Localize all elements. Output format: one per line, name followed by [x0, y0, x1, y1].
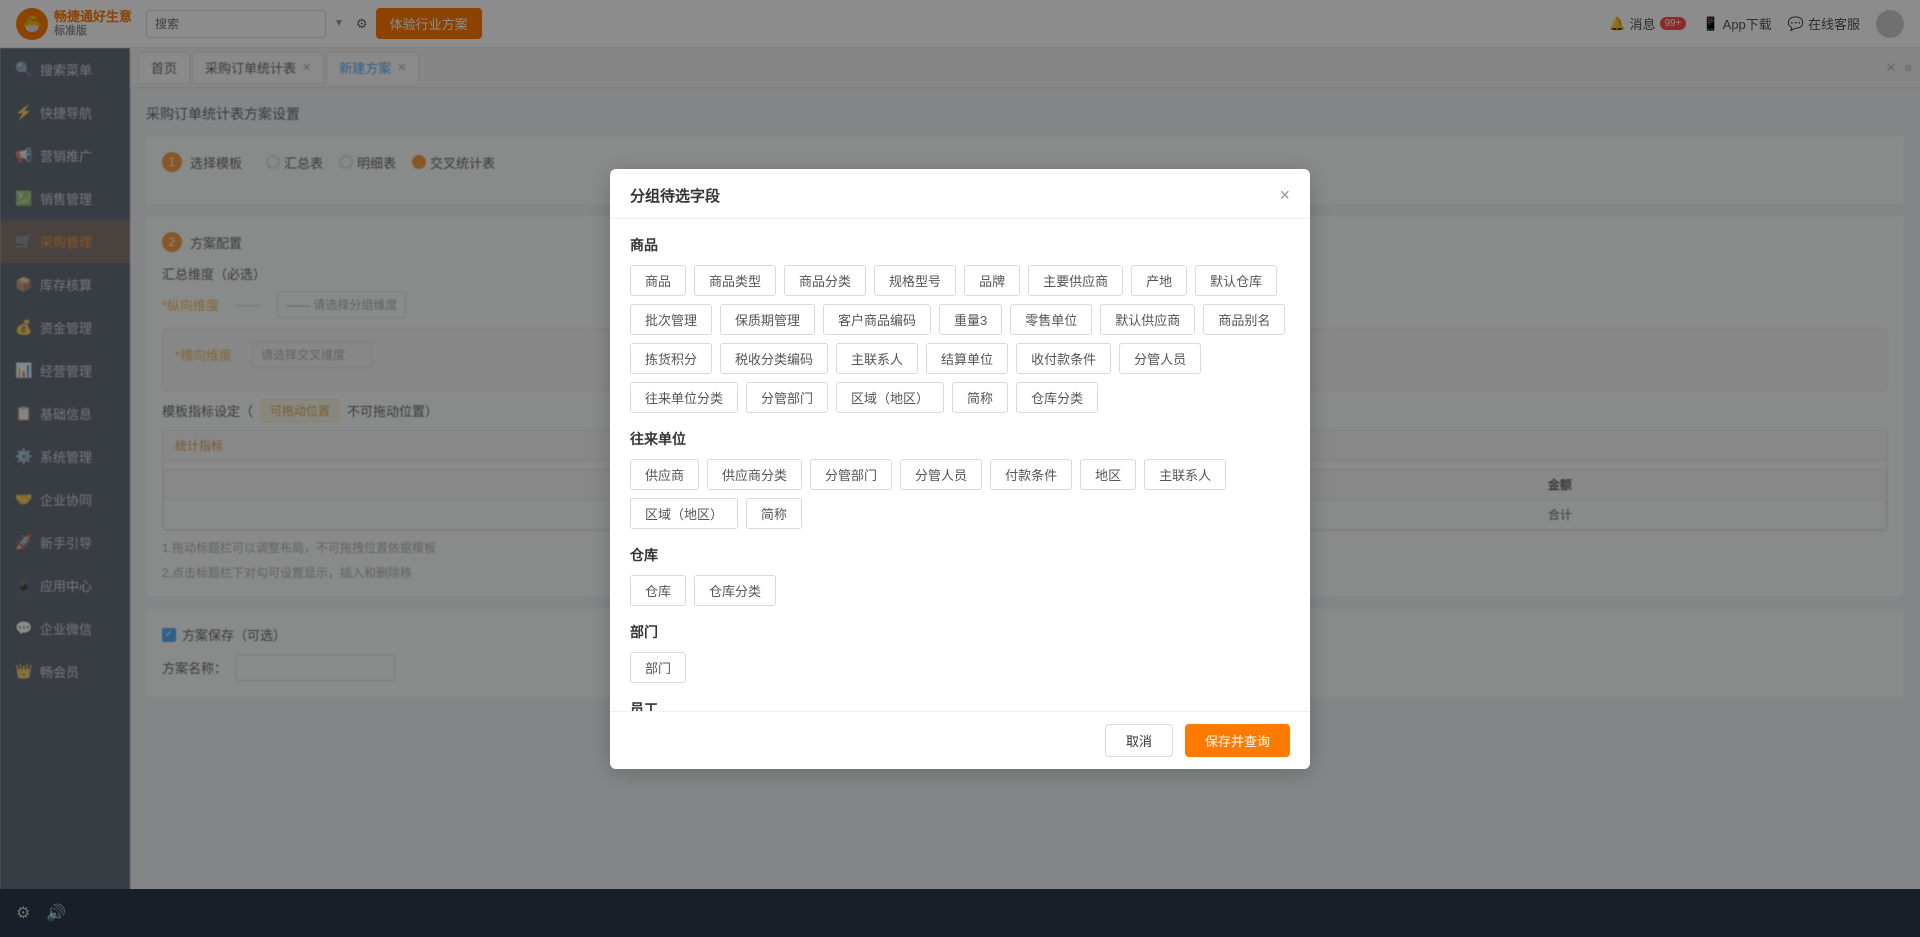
field-group-dept: 部门 部门	[630, 622, 1290, 683]
group-product-title: 商品	[630, 235, 1290, 255]
group-dept-title: 部门	[630, 622, 1290, 642]
tag-partner-contact[interactable]: 主联系人	[1144, 459, 1226, 490]
tag-tax-code[interactable]: 税收分类编码	[720, 343, 828, 374]
tag-product-category[interactable]: 商品分类	[784, 265, 866, 296]
group-staff-title: 员工	[630, 699, 1290, 711]
field-group-partner: 往来单位 供应商 供应商分类 分管部门 分管人员 付款条件 地区 主联系人 区域…	[630, 429, 1290, 529]
tag-main-supplier[interactable]: 主要供应商	[1028, 265, 1123, 296]
group-warehouse-title: 仓库	[630, 545, 1290, 565]
tag-warehouse-cat[interactable]: 仓库分类	[1016, 382, 1098, 413]
partner-tags: 供应商 供应商分类 分管部门 分管人员 付款条件 地区 主联系人 区域（地区） …	[630, 459, 1290, 529]
tag-partner-dept[interactable]: 分管部门	[810, 459, 892, 490]
tag-payment-terms[interactable]: 收付款条件	[1016, 343, 1111, 374]
modal-body: 商品 商品 商品类型 商品分类 规格型号 品牌 主要供应商 产地 默认仓库 批次…	[610, 219, 1310, 711]
field-group-product: 商品 商品 商品类型 商品分类 规格型号 品牌 主要供应商 产地 默认仓库 批次…	[630, 235, 1290, 413]
modal-dialog: 分组待选字段 × 商品 商品 商品类型 商品分类 规格型号 品牌 主要供应商 产…	[610, 169, 1310, 769]
tag-retail-unit[interactable]: 零售单位	[1010, 304, 1092, 335]
cancel-button[interactable]: 取消	[1105, 724, 1173, 757]
tag-supplier[interactable]: 供应商	[630, 459, 699, 490]
tag-payment-cond[interactable]: 付款条件	[990, 459, 1072, 490]
group-partner-title: 往来单位	[630, 429, 1290, 449]
tag-region[interactable]: 区域（地区）	[836, 382, 944, 413]
tag-product-alias[interactable]: 商品别名	[1203, 304, 1285, 335]
tag-customer-code[interactable]: 客户商品编码	[823, 304, 931, 335]
tag-default-supplier[interactable]: 默认供应商	[1100, 304, 1195, 335]
tag-batch-mgmt[interactable]: 批次管理	[630, 304, 712, 335]
confirm-button[interactable]: 保存并查询	[1185, 724, 1290, 757]
modal-close-button[interactable]: ×	[1279, 185, 1290, 206]
dept-tags: 部门	[630, 652, 1290, 683]
tag-spec-model[interactable]: 规格型号	[874, 265, 956, 296]
tag-dept[interactable]: 分管部门	[746, 382, 828, 413]
tag-main-contact[interactable]: 主联系人	[836, 343, 918, 374]
tag-partner-abbr[interactable]: 简称	[746, 498, 802, 529]
tag-wh[interactable]: 仓库	[630, 575, 686, 606]
tag-settlement-unit[interactable]: 结算单位	[926, 343, 1008, 374]
tag-quality-mgmt[interactable]: 保质期管理	[720, 304, 815, 335]
tag-default-warehouse[interactable]: 默认仓库	[1195, 265, 1277, 296]
tag-supervisor[interactable]: 分管人员	[1119, 343, 1201, 374]
tag-area[interactable]: 地区	[1080, 459, 1136, 490]
tag-pick-points[interactable]: 拣货积分	[630, 343, 712, 374]
tag-product[interactable]: 商品	[630, 265, 686, 296]
modal-title: 分组待选字段	[630, 185, 720, 206]
tag-partner-region[interactable]: 区域（地区）	[630, 498, 738, 529]
modal-header: 分组待选字段 ×	[610, 169, 1310, 219]
tag-abbr[interactable]: 简称	[952, 382, 1008, 413]
tag-product-type[interactable]: 商品类型	[694, 265, 776, 296]
product-tags: 商品 商品类型 商品分类 规格型号 品牌 主要供应商 产地 默认仓库 批次管理 …	[630, 265, 1290, 413]
tag-brand[interactable]: 品牌	[964, 265, 1020, 296]
field-group-staff: 员工 业务员	[630, 699, 1290, 711]
field-group-warehouse: 仓库 仓库 仓库分类	[630, 545, 1290, 606]
tag-partner-category[interactable]: 往来单位分类	[630, 382, 738, 413]
warehouse-tags: 仓库 仓库分类	[630, 575, 1290, 606]
tag-weight[interactable]: 重量3	[939, 304, 1002, 335]
modal-overlay: 分组待选字段 × 商品 商品 商品类型 商品分类 规格型号 品牌 主要供应商 产…	[0, 0, 1920, 937]
tag-wh-cat[interactable]: 仓库分类	[694, 575, 776, 606]
modal-footer: 取消 保存并查询	[610, 711, 1310, 769]
tag-origin[interactable]: 产地	[1131, 265, 1187, 296]
tag-department[interactable]: 部门	[630, 652, 686, 683]
tag-supplier-cat[interactable]: 供应商分类	[707, 459, 802, 490]
tag-partner-person[interactable]: 分管人员	[900, 459, 982, 490]
